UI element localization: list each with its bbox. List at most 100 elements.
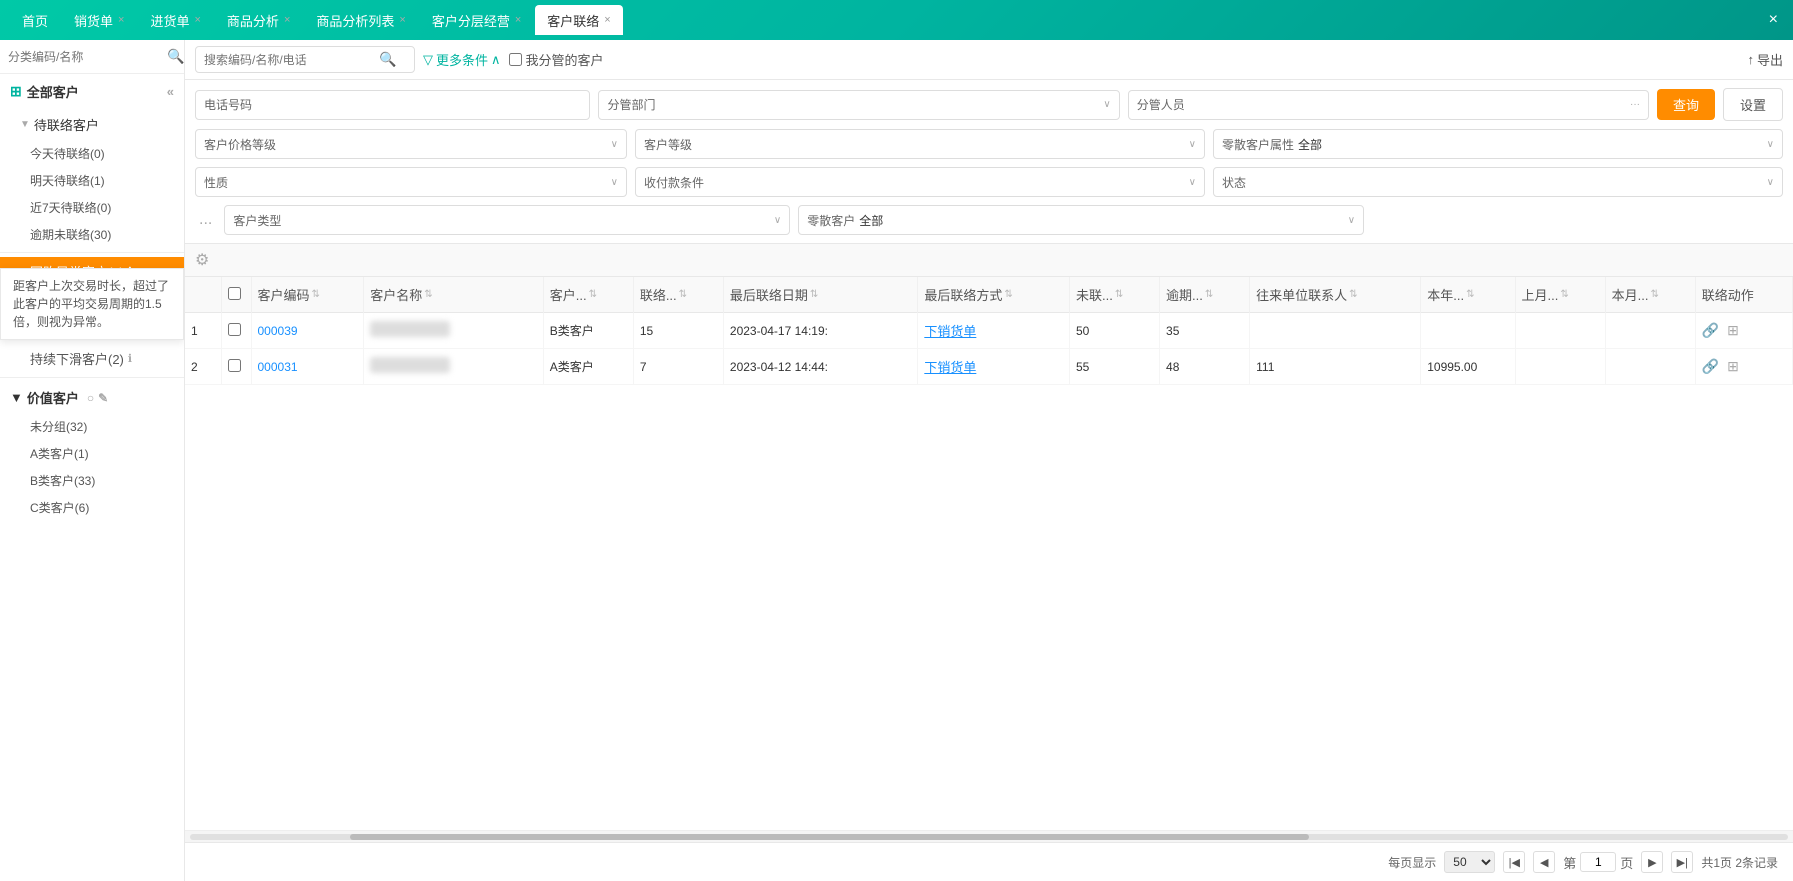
search-icon[interactable]: 🔍	[379, 51, 396, 68]
td-last-month-2	[1515, 349, 1605, 385]
sidebar-item-declining[interactable]: 持续下滑客户(2) ℹ	[0, 344, 184, 373]
payment-label: 收付款条件	[644, 174, 704, 191]
filter-retail-customer[interactable]: 零散客户 全部 ∨	[798, 205, 1364, 235]
tab-customer-ops-close[interactable]: ×	[515, 14, 521, 26]
sidebar-search-input[interactable]	[8, 50, 163, 64]
sidebar-search-icon[interactable]: 🔍	[167, 48, 184, 65]
td-last-contact-method-1[interactable]: 下销货单	[918, 313, 1070, 349]
th-this-month[interactable]: 本月... ⇅	[1605, 277, 1695, 313]
filter-customer-level[interactable]: 客户等级 ∨	[635, 129, 1205, 159]
filter-status[interactable]: 状态 ∨	[1213, 167, 1783, 197]
table-settings-icon[interactable]: ⚙	[195, 250, 209, 270]
td-overdue-2: 48	[1160, 349, 1250, 385]
th-this-year[interactable]: 本年... ⇅	[1421, 277, 1515, 313]
sidebar-item-tomorrow[interactable]: 明天待联络(1)	[0, 167, 184, 194]
filter-price-grade[interactable]: 客户价格等级 ∨	[195, 129, 627, 159]
th-contact[interactable]: 联络... ⇅	[633, 277, 723, 313]
tab-customer-contact[interactable]: 客户联络 ×	[535, 5, 622, 35]
row1-link-icon[interactable]: 🔗	[1702, 322, 1719, 339]
next-page-btn[interactable]: ▶	[1641, 851, 1663, 873]
sidebar-collapse-icon[interactable]: «	[167, 84, 174, 99]
filter-person[interactable]: 分管人员 ···	[1128, 90, 1649, 120]
row2-link-icon[interactable]: 🔗	[1702, 358, 1719, 375]
value-group-edit-icon[interactable]: ○	[87, 391, 94, 405]
tab-product-analysis-close[interactable]: ×	[284, 14, 290, 26]
my-customers-label: 我分管的客户	[526, 50, 604, 69]
th-name[interactable]: 客户名称 ⇅	[364, 277, 543, 313]
last-page-btn[interactable]: ▶|	[1671, 851, 1693, 873]
tab-product-list-close[interactable]: ×	[399, 14, 405, 26]
sidebar-item-class-b[interactable]: B类客户(33)	[0, 467, 184, 494]
prev-page-btn[interactable]: ◀	[1533, 851, 1555, 873]
th-no-contact[interactable]: 未联... ⇅	[1069, 277, 1159, 313]
sidebar-item-ungroup[interactable]: 未分组(32)	[0, 413, 184, 440]
td-name-2[interactable]	[364, 349, 543, 385]
more-conditions-btn[interactable]: ▽ 更多条件 ∧	[423, 50, 501, 69]
sidebar-item-class-a[interactable]: A类客户(1)	[0, 440, 184, 467]
filter-gender[interactable]: 性质 ∨	[195, 167, 627, 197]
pending-group-arrow: ▼	[20, 119, 30, 130]
row1-checkbox[interactable]	[228, 323, 241, 336]
td-code-2[interactable]: 000031	[251, 349, 364, 385]
th-last-contact-date-label: 最后联络日期	[730, 285, 808, 304]
row2-checkbox[interactable]	[228, 359, 241, 372]
settings-button[interactable]: 设置	[1723, 88, 1783, 121]
per-page-select[interactable]: 50 20 100	[1444, 851, 1495, 873]
filter-retail-attr[interactable]: 零散客户属性 全部 ∨	[1213, 129, 1783, 159]
row1-contact-method-link[interactable]: 下销货单	[924, 324, 976, 339]
row1-grid-icon[interactable]: ⊞	[1727, 322, 1739, 339]
tab-customer-ops[interactable]: 客户分层经营 ×	[420, 5, 533, 35]
first-page-btn[interactable]: |◀	[1503, 851, 1525, 873]
th-contact-person[interactable]: 往来单位联系人 ⇅	[1250, 277, 1421, 313]
value-group-settings-icon[interactable]: ✎	[98, 391, 108, 405]
retail-customer-label: 零散客户	[807, 212, 855, 229]
td-checkbox-2[interactable]	[221, 349, 251, 385]
tab-sales[interactable]: 销货单 ×	[62, 5, 136, 35]
tab-product-analysis[interactable]: 商品分析 ×	[215, 5, 302, 35]
nav-close-all[interactable]: ×	[1764, 11, 1783, 29]
sidebar-group-pending: ▼ 待联络客户 今天待联络(0) 明天待联络(1) 近7天待联络(0) 逾期未联…	[0, 109, 184, 248]
filter-payment[interactable]: 收付款条件 ∨	[635, 167, 1205, 197]
th-last-month[interactable]: 上月... ⇅	[1515, 277, 1605, 313]
sidebar-all-customers[interactable]: ⊞ 全部客户 «	[0, 74, 184, 109]
tab-purchase[interactable]: 进货单 ×	[138, 5, 212, 35]
th-overdue[interactable]: 逾期... ⇅	[1160, 277, 1250, 313]
tab-purchase-close[interactable]: ×	[194, 14, 200, 26]
scroll-thumb[interactable]	[350, 834, 1309, 840]
th-last-contact-method[interactable]: 最后联络方式 ⇅	[918, 277, 1070, 313]
tab-product-list[interactable]: 商品分析列表 ×	[304, 5, 417, 35]
td-code-1[interactable]: 000039	[251, 313, 364, 349]
td-name-1[interactable]	[364, 313, 543, 349]
my-customers-checkbox[interactable]: 我分管的客户	[509, 50, 604, 69]
row2-grid-icon[interactable]: ⊞	[1727, 358, 1739, 375]
sidebar-item-overdue[interactable]: 逾期未联络(30)	[0, 221, 184, 248]
tab-customer-contact-close[interactable]: ×	[604, 14, 610, 26]
filter-customer-type[interactable]: 客户类型 ∨	[224, 205, 790, 235]
sidebar-value-group-header[interactable]: ▼ 价值客户 ○ ✎	[0, 382, 184, 413]
th-code-sort: ⇅	[312, 289, 320, 300]
filter-dept[interactable]: 分管部门 ∨	[598, 90, 1119, 120]
sidebar-item-class-c[interactable]: C类客户(6)	[0, 494, 184, 521]
select-all-checkbox[interactable]	[228, 287, 241, 300]
th-last-contact-date[interactable]: 最后联络日期 ⇅	[723, 277, 917, 313]
sidebar-item-today[interactable]: 今天待联络(0)	[0, 140, 184, 167]
page-input[interactable]: 1	[1580, 852, 1616, 872]
search-input[interactable]	[204, 53, 374, 67]
td-last-contact-method-2[interactable]: 下销货单	[918, 349, 1070, 385]
sidebar-group-pending-header[interactable]: ▼ 待联络客户	[0, 109, 184, 140]
sidebar-item-7days[interactable]: 近7天待联络(0)	[0, 194, 184, 221]
filter-phone[interactable]: 电话号码	[195, 90, 590, 120]
export-btn[interactable]: ↑ 导出	[1747, 50, 1783, 69]
horizontal-scrollbar[interactable]	[185, 830, 1793, 842]
tab-customer-contact-label: 客户联络	[547, 11, 599, 30]
th-type[interactable]: 客户... ⇅	[543, 277, 633, 313]
th-code[interactable]: 客户编码 ⇅	[251, 277, 364, 313]
my-customers-check[interactable]	[509, 53, 522, 66]
query-button[interactable]: 查询	[1657, 89, 1715, 120]
tab-sales-close[interactable]: ×	[118, 14, 124, 26]
td-type-2: A类客户	[543, 349, 633, 385]
row2-contact-method-link[interactable]: 下销货单	[924, 360, 976, 375]
td-checkbox-1[interactable]	[221, 313, 251, 349]
tab-home[interactable]: 首页	[10, 5, 60, 35]
filter-dots[interactable]: ...	[199, 211, 212, 229]
